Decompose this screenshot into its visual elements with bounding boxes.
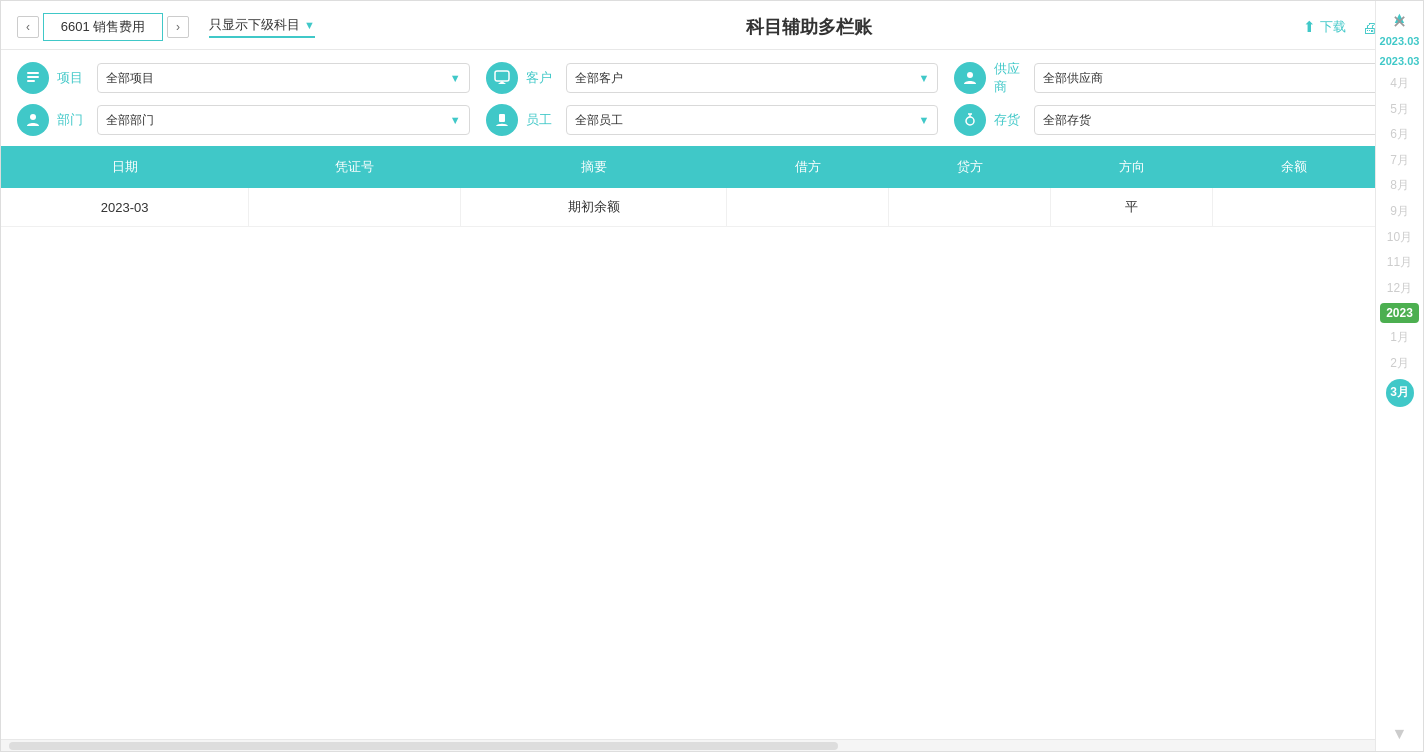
svg-point-5 — [30, 114, 36, 120]
svg-point-7 — [966, 117, 974, 125]
svg-point-4 — [967, 72, 973, 78]
department-icon — [17, 104, 49, 136]
svg-rect-2 — [27, 80, 35, 82]
filter-department: 部门 全部部门 ▼ — [17, 104, 470, 136]
employee-value: 全部员工 — [575, 112, 623, 129]
inventory-label: 存货 — [994, 111, 1026, 129]
inventory-select[interactable]: 全部存货 ▼ — [1034, 105, 1407, 135]
col-date: 日期 — [1, 146, 249, 188]
project-select[interactable]: 全部项目 ▼ — [97, 63, 470, 93]
cell-debit — [727, 188, 889, 227]
download-icon: ⬆ — [1303, 18, 1316, 36]
svg-rect-6 — [499, 114, 505, 122]
supplier-icon — [954, 62, 986, 94]
right-sidebar: ▲ 2023.03 2023.03 4月 5月 6月 7月 8月 9月 10月 … — [1375, 1, 1423, 751]
sidebar-down-button[interactable]: ▼ — [1388, 721, 1412, 747]
supplier-value: 全部供应商 — [1043, 70, 1103, 87]
department-select[interactable]: 全部部门 ▼ — [97, 105, 470, 135]
account-name: 销售费用 — [93, 19, 145, 34]
table-header-row: 日期 凭证号 摘要 借方 贷方 方向 余额 — [1, 146, 1375, 188]
customer-label: 客户 — [526, 69, 558, 87]
sidebar-year-badge[interactable]: 2023 — [1380, 303, 1419, 323]
page-title: 科目辅助多栏账 — [315, 15, 1303, 39]
sidebar-month-2[interactable]: 2月 — [1376, 351, 1423, 377]
inventory-icon — [954, 104, 986, 136]
account-code: 6601 — [61, 19, 90, 34]
filter-customer: 客户 全部客户 ▼ — [486, 60, 939, 96]
employee-select[interactable]: 全部员工 ▼ — [566, 105, 939, 135]
col-debit: 借方 — [727, 146, 889, 188]
horizontal-scrollbar[interactable] — [1, 739, 1383, 751]
customer-icon — [486, 62, 518, 94]
employee-label: 员工 — [526, 111, 558, 129]
employee-icon — [486, 104, 518, 136]
sidebar-date-1[interactable]: 2023.03 — [1378, 31, 1422, 51]
supplier-label: 供应商 — [994, 60, 1026, 96]
project-value: 全部项目 — [106, 70, 154, 87]
sidebar-month-1[interactable]: 1月 — [1376, 325, 1423, 351]
sidebar-month-7[interactable]: 7月 — [1376, 148, 1423, 174]
filter-supplier: 供应商 全部供应商 ▼ — [954, 60, 1407, 96]
svg-rect-0 — [27, 72, 39, 74]
close-button[interactable]: ✕ — [1392, 11, 1407, 33]
project-icon — [17, 62, 49, 94]
cell-voucher — [249, 188, 461, 227]
sidebar-month-6[interactable]: 6月 — [1376, 122, 1423, 148]
inventory-value: 全部存货 — [1043, 112, 1091, 129]
col-voucher: 凭证号 — [249, 146, 461, 188]
svg-rect-1 — [27, 76, 39, 78]
prev-account-button[interactable]: ‹ — [17, 16, 39, 38]
show-sub-toggle[interactable]: 只显示下级科目 ▼ — [209, 16, 315, 38]
project-label: 项目 — [57, 69, 89, 87]
table-row: 2023-03 期初余额 平 — [1, 188, 1375, 227]
scroll-track — [9, 742, 838, 750]
sidebar-month-3-selected[interactable]: 3月 — [1386, 379, 1414, 407]
sidebar-month-10[interactable]: 10月 — [1376, 225, 1423, 251]
filter-employee: 员工 全部员工 ▼ — [486, 104, 939, 136]
cell-credit — [889, 188, 1051, 227]
col-summary: 摘要 — [461, 146, 727, 188]
header: ‹ 6601 销售费用 › 只显示下级科目 ▼ 科目辅助多栏账 ⬆ 下载 🖨 打… — [1, 1, 1423, 50]
filter-inventory: 存货 全部存货 ▼ — [954, 104, 1407, 136]
filter-project: 项目 全部项目 ▼ — [17, 60, 470, 96]
data-table: 日期 凭证号 摘要 借方 贷方 方向 余额 2023-03 期初余额 平 — [1, 146, 1375, 227]
nav-area: ‹ 6601 销售费用 › 只显示下级科目 ▼ — [17, 13, 315, 41]
table-container: 日期 凭证号 摘要 借方 贷方 方向 余额 2023-03 期初余额 平 — [1, 146, 1375, 227]
sidebar-month-9[interactable]: 9月 — [1376, 199, 1423, 225]
show-sub-arrow-icon: ▼ — [304, 19, 315, 31]
customer-value: 全部客户 — [575, 70, 623, 87]
main-window: ✕ ‹ 6601 销售费用 › 只显示下级科目 ▼ 科目辅助多栏账 ⬆ 下载 🖨… — [0, 0, 1424, 752]
customer-select[interactable]: 全部客户 ▼ — [566, 63, 939, 93]
col-credit: 贷方 — [889, 146, 1051, 188]
customer-arrow-icon: ▼ — [918, 72, 929, 84]
sidebar-month-12[interactable]: 12月 — [1376, 276, 1423, 302]
cell-direction: 平 — [1051, 188, 1213, 227]
sidebar-month-11[interactable]: 11月 — [1376, 250, 1423, 276]
department-label: 部门 — [57, 111, 89, 129]
supplier-select[interactable]: 全部供应商 ▼ — [1034, 63, 1407, 93]
sidebar-month-5[interactable]: 5月 — [1376, 97, 1423, 123]
project-arrow-icon: ▼ — [450, 72, 461, 84]
sidebar-month-8[interactable]: 8月 — [1376, 173, 1423, 199]
col-direction: 方向 — [1051, 146, 1213, 188]
download-button[interactable]: ⬆ 下载 — [1303, 18, 1346, 36]
department-arrow-icon: ▼ — [450, 114, 461, 126]
sidebar-month-4[interactable]: 4月 — [1376, 71, 1423, 97]
cell-summary: 期初余额 — [461, 188, 727, 227]
show-sub-label: 只显示下级科目 — [209, 16, 300, 34]
svg-rect-3 — [495, 71, 509, 81]
employee-arrow-icon: ▼ — [918, 114, 929, 126]
sidebar-date-2[interactable]: 2023.03 — [1378, 51, 1422, 71]
download-label: 下载 — [1320, 18, 1346, 36]
col-balance: 余额 — [1213, 146, 1375, 188]
department-value: 全部部门 — [106, 112, 154, 129]
next-account-button[interactable]: › — [167, 16, 189, 38]
account-display: 6601 销售费用 — [43, 13, 163, 41]
cell-date: 2023-03 — [1, 188, 249, 227]
filter-area: 项目 全部项目 ▼ 客户 全部客户 ▼ 供应商 全部供应商 ▼ — [1, 50, 1423, 146]
cell-balance — [1213, 188, 1375, 227]
